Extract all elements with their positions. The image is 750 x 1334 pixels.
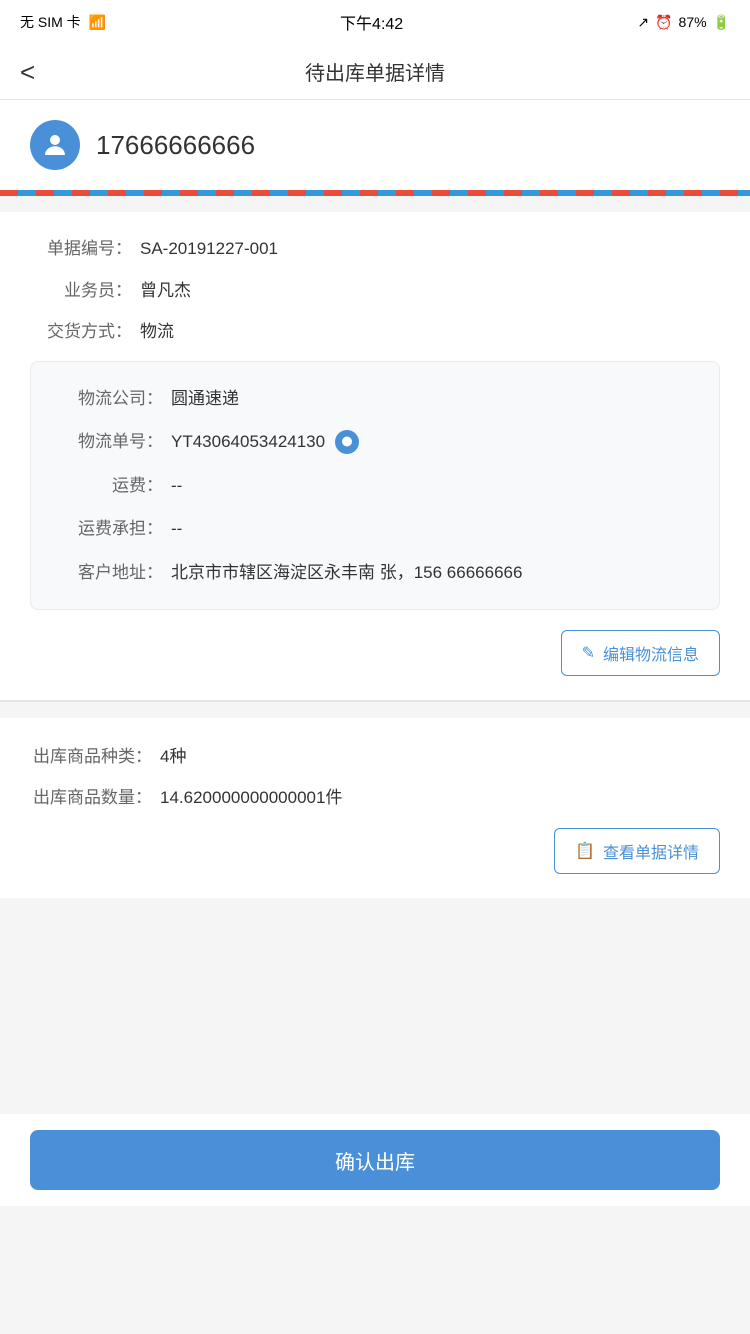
back-button[interactable]: <: [20, 59, 35, 85]
order-number-value: SA-20191227-001: [140, 236, 720, 262]
tracking-value: YT43064053424130: [171, 429, 689, 455]
freight-value: --: [171, 473, 689, 499]
dashed-divider: [0, 190, 750, 196]
confirm-outbound-button[interactable]: 确认出库: [30, 1130, 720, 1190]
status-time: 下午4:42: [340, 10, 403, 34]
edit-logistics-button[interactable]: ✎ 编辑物流信息: [561, 630, 720, 676]
address-value: 北京市市辖区海淀区永丰南 张，156 66666666: [171, 560, 689, 586]
view-details-label: 查看单据详情: [603, 839, 699, 863]
salesman-label: 业务员：: [30, 278, 140, 304]
freight-row: 运费： --: [61, 473, 689, 499]
logistics-section: 物流公司： 圆通速递 物流单号： YT43064053424130 运费： --…: [30, 361, 720, 611]
goods-quantity-value: 14.620000000000001件: [160, 783, 342, 808]
user-icon: [40, 130, 70, 160]
empty-space: [0, 898, 750, 1098]
user-phone: 17666666666: [96, 130, 255, 161]
view-details-button[interactable]: 📋 查看单据详情: [554, 828, 720, 874]
user-header: 17666666666: [0, 100, 750, 190]
address-row: 客户地址： 北京市市辖区海淀区永丰南 张，156 66666666: [61, 560, 689, 586]
confirm-button-area: 确认出库: [0, 1114, 750, 1206]
goods-types-label: 出库商品种类：: [30, 742, 160, 767]
logistics-company-label: 物流公司：: [61, 386, 171, 412]
salesman-row: 业务员： 曾凡杰: [30, 278, 720, 304]
logistics-company-row: 物流公司： 圆通速递: [61, 386, 689, 412]
avatar: [30, 120, 80, 170]
battery-percent: 87%: [679, 14, 707, 30]
tracking-number-row: 物流单号： YT43064053424130: [61, 429, 689, 455]
freight-bearer-label: 运费承担：: [61, 516, 171, 542]
section-divider: [0, 700, 750, 702]
goods-types-row: 出库商品种类： 4种: [30, 742, 720, 767]
edit-logistics-label: 编辑物流信息: [603, 641, 699, 665]
status-battery: ↗ ⏰ 87% 🔋: [637, 14, 730, 31]
delivery-method-value: 物流: [140, 319, 720, 345]
delivery-method-label: 交货方式：: [30, 319, 140, 345]
freight-label: 运费：: [61, 473, 171, 499]
goods-quantity-label: 出库商品数量：: [30, 783, 160, 808]
edit-icon: ✎: [582, 643, 595, 663]
address-label: 客户地址：: [61, 560, 171, 586]
tracking-label: 物流单号：: [61, 429, 171, 455]
logistics-company-value: 圆通速递: [171, 386, 689, 412]
page-title: 待出库单据详情: [305, 57, 445, 86]
freight-bearer-row: 运费承担： --: [61, 516, 689, 542]
order-info-section: 单据编号： SA-20191227-001 业务员： 曾凡杰 交货方式： 物流 …: [0, 212, 750, 700]
status-signal: 无 SIM 卡 📶: [20, 12, 106, 32]
tracking-number-text: YT43064053424130: [171, 429, 325, 455]
document-icon: 📋: [575, 841, 595, 861]
freight-bearer-value: --: [171, 516, 689, 542]
location-icon[interactable]: [335, 430, 359, 454]
location-arrow-icon: ↗: [637, 14, 649, 31]
salesman-value: 曾凡杰: [140, 278, 720, 304]
order-number-label: 单据编号：: [30, 236, 140, 262]
goods-section: 出库商品种类： 4种 出库商品数量： 14.620000000000001件 📋…: [0, 718, 750, 898]
goods-quantity-row: 出库商品数量： 14.620000000000001件: [30, 783, 720, 808]
battery-icon: 🔋: [713, 14, 730, 31]
delivery-method-row: 交货方式： 物流: [30, 319, 720, 345]
clock-icon: ⏰: [655, 14, 672, 31]
order-number-row: 单据编号： SA-20191227-001: [30, 236, 720, 262]
confirm-outbound-label: 确认出库: [335, 1146, 415, 1175]
nav-bar: < 待出库单据详情: [0, 44, 750, 100]
status-bar: 无 SIM 卡 📶 下午4:42 ↗ ⏰ 87% 🔋: [0, 0, 750, 44]
goods-types-value: 4种: [160, 742, 186, 767]
